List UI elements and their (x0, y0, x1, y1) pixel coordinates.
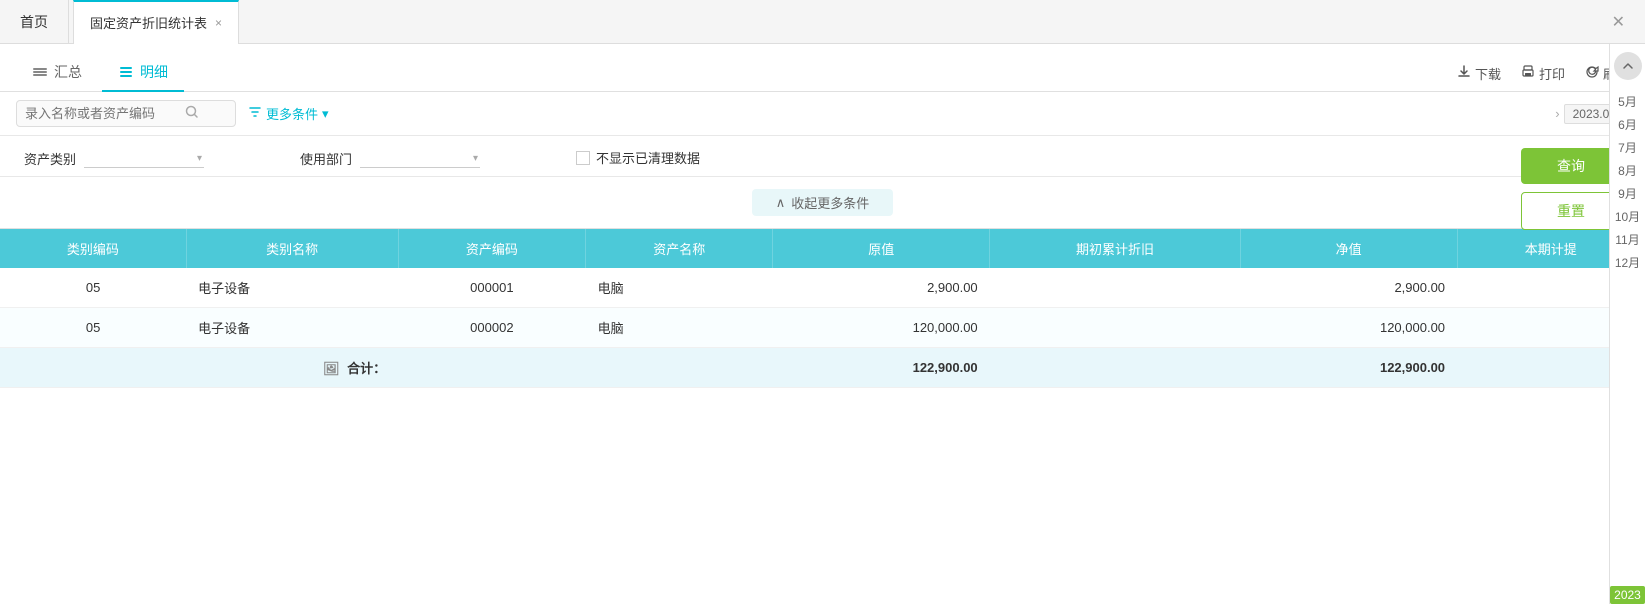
expand-icon[interactable]: › (1555, 106, 1559, 121)
asset-category-select[interactable] (84, 148, 204, 168)
cell-accumulated-depreciation (990, 308, 1241, 348)
th-net-value: 净值 (1240, 229, 1457, 268)
cell-category-code: 05 (0, 268, 186, 308)
department-select[interactable] (360, 148, 480, 168)
reset-button[interactable]: 重置 (1521, 192, 1621, 230)
sidebar-month-item[interactable]: 5月 (1615, 90, 1640, 113)
download-icon (1457, 65, 1471, 82)
chevron-down-icon: ▾ (322, 106, 329, 122)
sidebar-month-item[interactable]: 9月 (1615, 182, 1640, 205)
collapse-chevron-icon: ∧ (776, 195, 786, 211)
cell-net-value: 2,900.00 (1240, 268, 1457, 308)
sidebar-month-item[interactable]: 7月 (1615, 136, 1640, 159)
list-icon (118, 64, 134, 80)
cell-category-code: 05 (0, 308, 186, 348)
cell-category-name: 电子设备 (186, 268, 398, 308)
collapse-button[interactable]: ∧ 收起更多条件 (752, 189, 894, 216)
cell-original-value: 120,000.00 (773, 308, 990, 348)
total-accumulated-depreciation (990, 348, 1241, 388)
cell-category-name: 电子设备 (186, 308, 398, 348)
tab-summary-label: 汇总 (54, 62, 82, 82)
collapse-row: ∧ 收起更多条件 (0, 177, 1645, 229)
tab-active-fixed-assets[interactable]: 固定资产折旧统计表 × (73, 0, 239, 44)
sidebar-year-badge: 2023 (1610, 586, 1645, 604)
close-tab-button[interactable]: × (215, 16, 222, 30)
department-filter: 使用部门 (300, 148, 480, 168)
department-select-wrap (360, 148, 480, 168)
total-label: 🖼 合计： (186, 348, 398, 388)
total-icon: 🖼 (323, 361, 340, 376)
asset-category-select-wrap (84, 148, 204, 168)
sidebar-month-item[interactable]: 10月 (1615, 205, 1640, 228)
cell-asset-code: 000002 (398, 308, 585, 348)
download-label: 下载 (1475, 64, 1501, 83)
cell-asset-name: 电脑 (586, 308, 773, 348)
hide-cleaned-label: 不显示已清理数据 (596, 148, 700, 167)
sidebar-months: 5月6月7月8月9月10月11月12月 (1615, 90, 1640, 274)
th-category-code: 类别编码 (0, 229, 186, 268)
download-button[interactable]: 下载 (1457, 64, 1501, 83)
sidebar-month-item[interactable]: 12月 (1615, 251, 1640, 274)
sidebar-month-item[interactable]: 8月 (1615, 159, 1640, 182)
sub-tab-actions: 下载 打印 刷新 (1457, 64, 1629, 91)
th-original-value: 原值 (773, 229, 990, 268)
layers-icon (32, 64, 48, 80)
collapse-label: 收起更多条件 (791, 193, 869, 212)
search-icon[interactable] (185, 105, 199, 122)
asset-category-filter: 资产类别 (24, 148, 204, 168)
tab-home[interactable]: 首页 (0, 0, 69, 44)
table-container: 类别编码 类别名称 资产编码 资产名称 原值 期初累计折旧 净值 本期计提 05… (0, 229, 1645, 604)
window-close-button[interactable]: ✕ (1612, 12, 1625, 32)
tab-summary[interactable]: 汇总 (16, 54, 98, 92)
total-label-cell (0, 348, 186, 388)
search-wrap (16, 100, 236, 127)
more-filter-button[interactable]: 更多条件 ▾ (248, 104, 329, 123)
table-header-row: 类别编码 类别名称 资产编码 资产名称 原值 期初累计折旧 净值 本期计提 (0, 229, 1645, 268)
advanced-filters: 资产类别 使用部门 不显示已清理数据 查询 重置 (0, 136, 1645, 177)
cell-original-value: 2,900.00 (773, 268, 990, 308)
hide-cleaned-wrap: 不显示已清理数据 (576, 148, 700, 167)
cell-asset-name: 电脑 (586, 268, 773, 308)
print-label: 打印 (1539, 64, 1565, 83)
cell-asset-code: 000001 (398, 268, 585, 308)
data-table: 类别编码 类别名称 资产编码 资产名称 原值 期初累计折旧 净值 本期计提 05… (0, 229, 1645, 388)
refresh-icon (1585, 65, 1599, 82)
th-asset-code: 资产编码 (398, 229, 585, 268)
sub-tabs: 汇总 明细 (16, 54, 184, 91)
total-empty-2 (586, 348, 773, 388)
total-net-value: 122,900.00 (1240, 348, 1457, 388)
th-asset-name: 资产名称 (586, 229, 773, 268)
table-row: 05 电子设备 000001 电脑 2,900.00 2,900.00 (0, 268, 1645, 308)
th-category-name: 类别名称 (186, 229, 398, 268)
query-button[interactable]: 查询 (1521, 148, 1621, 184)
filter-icon (248, 105, 262, 122)
cell-net-value: 120,000.00 (1240, 308, 1457, 348)
tab-bar: 首页 固定资产折旧统计表 × ✕ (0, 0, 1645, 44)
table-total-row: 🖼 合计： 122,900.00 122,900.00 (0, 348, 1645, 388)
th-accumulated-depreciation: 期初累计折旧 (990, 229, 1241, 268)
print-icon (1521, 65, 1535, 82)
active-tab-label: 固定资产折旧统计表 (90, 13, 207, 32)
print-button[interactable]: 打印 (1521, 64, 1565, 83)
asset-category-label: 资产类别 (24, 149, 76, 168)
total-original-value: 122,900.00 (773, 348, 990, 388)
sidebar-up-button[interactable] (1614, 52, 1642, 80)
tab-detail[interactable]: 明细 (102, 54, 184, 92)
hide-cleaned-checkbox[interactable] (576, 151, 590, 165)
home-label: 首页 (20, 12, 48, 32)
search-input[interactable] (25, 106, 185, 121)
right-sidebar: 5月6月7月8月9月10月11月12月 2023 (1609, 44, 1645, 604)
sub-tab-bar: 汇总 明细 下载 (0, 44, 1645, 92)
department-label: 使用部门 (300, 149, 352, 168)
sidebar-month-item[interactable]: 11月 (1615, 228, 1640, 251)
cell-accumulated-depreciation (990, 268, 1241, 308)
filter-bar: 更多条件 ▾ › 2023.01 (0, 92, 1645, 136)
filter-actions: 查询 重置 (1521, 148, 1621, 230)
sidebar-month-item[interactable]: 6月 (1615, 113, 1640, 136)
total-empty-1 (398, 348, 585, 388)
table-row: 05 电子设备 000002 电脑 120,000.00 120,000.00 (0, 308, 1645, 348)
tab-detail-label: 明细 (140, 62, 168, 82)
more-filter-label: 更多条件 (266, 104, 318, 123)
